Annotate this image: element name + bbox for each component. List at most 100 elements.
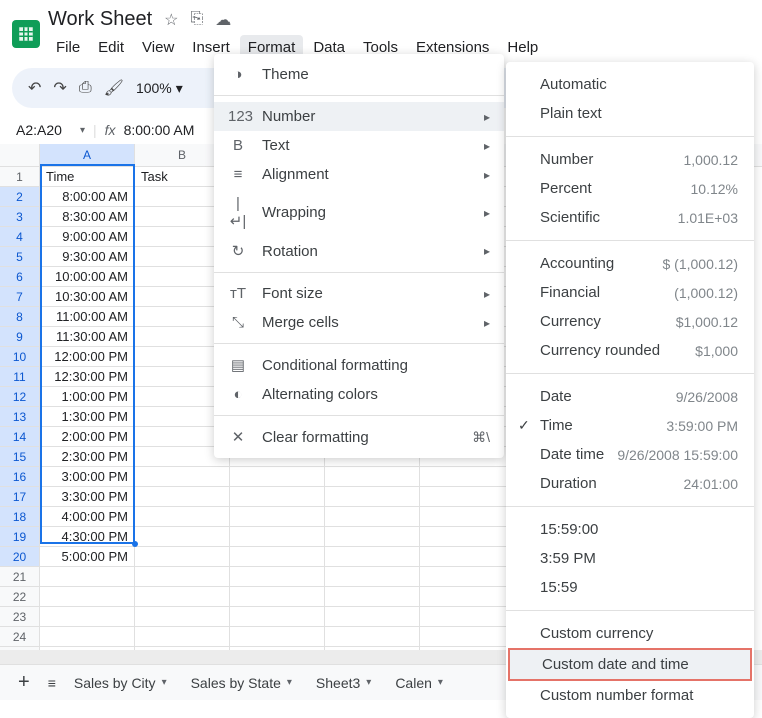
cell[interactable]: 1:00:00 PM (40, 387, 135, 407)
format-menu-text[interactable]: BText▸ (214, 131, 504, 160)
cell[interactable] (325, 587, 420, 607)
row-header[interactable]: 5 (0, 247, 40, 267)
cell[interactable] (135, 567, 230, 587)
namebox-dropdown-icon[interactable]: ▾ (80, 125, 85, 136)
cell[interactable]: 2:00:00 PM (40, 427, 135, 447)
cell[interactable]: 1:30:00 PM (40, 407, 135, 427)
cell[interactable] (420, 487, 515, 507)
cell[interactable]: 10:00:00 AM (40, 267, 135, 287)
redo-icon[interactable]: ↷ (53, 78, 66, 98)
cell[interactable]: 3:30:00 PM (40, 487, 135, 507)
row-header[interactable]: 16 (0, 467, 40, 487)
tab-dropdown-icon[interactable]: ▾ (438, 677, 443, 688)
cell[interactable]: 9:00:00 AM (40, 227, 135, 247)
format-menu-rotation[interactable]: ↻Rotation▸ (214, 236, 504, 266)
formula-bar[interactable]: 8:00:00 AM (124, 122, 195, 138)
cell[interactable] (135, 587, 230, 607)
name-box[interactable]: A2:A20 (12, 120, 72, 140)
cell[interactable] (135, 547, 230, 567)
format-menu-merge-cells[interactable]: ⤡Merge cells▸ (214, 308, 504, 337)
cell[interactable] (230, 587, 325, 607)
row-header[interactable]: 17 (0, 487, 40, 507)
cell[interactable] (230, 607, 325, 627)
tab-dropdown-icon[interactable]: ▾ (162, 677, 167, 688)
row-header[interactable]: 14 (0, 427, 40, 447)
cell[interactable] (40, 567, 135, 587)
row-header[interactable]: 8 (0, 307, 40, 327)
cell[interactable] (135, 607, 230, 627)
cell[interactable] (135, 507, 230, 527)
row-header[interactable]: 23 (0, 607, 40, 627)
cell[interactable] (230, 507, 325, 527)
add-sheet-icon[interactable]: + (18, 671, 30, 694)
selection-handle[interactable] (132, 541, 138, 547)
number-format-currency-rounded[interactable]: Currency rounded$1,000 (506, 336, 754, 365)
row-header[interactable]: 3 (0, 207, 40, 227)
row-header[interactable]: 7 (0, 287, 40, 307)
all-sheets-icon[interactable]: ≡ (48, 675, 56, 691)
number-format-custom-date-and-time[interactable]: Custom date and time (508, 648, 752, 681)
cell[interactable] (325, 547, 420, 567)
number-format-plain-text[interactable]: Plain text (506, 99, 754, 128)
cell[interactable]: 3:00:00 PM (40, 467, 135, 487)
row-header[interactable]: 20 (0, 547, 40, 567)
format-menu-clear-formatting[interactable]: ✕Clear formatting⌘\ (214, 422, 504, 452)
sheet-tab[interactable]: Sheet3▾ (316, 675, 371, 691)
format-menu-wrapping[interactable]: |↵|Wrapping▸ (214, 189, 504, 236)
paint-format-icon[interactable]: 🖌 (104, 78, 124, 98)
sheet-tab[interactable]: Sales by City▾ (74, 675, 167, 691)
cell[interactable] (325, 487, 420, 507)
format-menu-conditional-formatting[interactable]: ▤Conditional formatting (214, 350, 504, 380)
cell[interactable] (325, 467, 420, 487)
number-format-automatic[interactable]: Automatic (506, 70, 754, 99)
row-header[interactable]: 2 (0, 187, 40, 207)
number-format-3:59-pm[interactable]: 3:59 PM (506, 544, 754, 573)
sheet-tab[interactable]: Calen▾ (395, 675, 443, 691)
cell[interactable] (230, 567, 325, 587)
cell[interactable]: 8:30:00 AM (40, 207, 135, 227)
cell[interactable] (420, 547, 515, 567)
cell[interactable] (420, 627, 515, 647)
cell[interactable]: 5:00:00 PM (40, 547, 135, 567)
number-format-percent[interactable]: Percent10.12% (506, 174, 754, 203)
cell[interactable]: 4:00:00 PM (40, 507, 135, 527)
row-header[interactable]: 19 (0, 527, 40, 547)
row-header[interactable]: 21 (0, 567, 40, 587)
cell[interactable] (135, 487, 230, 507)
undo-icon[interactable]: ↶ (28, 78, 41, 98)
cell[interactable]: 12:30:00 PM (40, 367, 135, 387)
print-icon[interactable]: ⎙ (79, 79, 92, 97)
cell[interactable] (325, 607, 420, 627)
row-header[interactable]: 22 (0, 587, 40, 607)
cell[interactable] (135, 527, 230, 547)
cell[interactable] (420, 507, 515, 527)
row-header[interactable]: 18 (0, 507, 40, 527)
cell[interactable]: 2:30:00 PM (40, 447, 135, 467)
cell[interactable] (230, 487, 325, 507)
number-format-15:59[interactable]: 15:59 (506, 573, 754, 602)
row-header[interactable]: 10 (0, 347, 40, 367)
number-format-duration[interactable]: Duration24:01:00 (506, 469, 754, 498)
cell[interactable] (230, 467, 325, 487)
number-format-15:59:00[interactable]: 15:59:00 (506, 515, 754, 544)
cell[interactable] (135, 627, 230, 647)
cell[interactable] (325, 627, 420, 647)
cell[interactable] (135, 467, 230, 487)
number-format-custom-number-format[interactable]: Custom number format (506, 681, 754, 710)
number-format-custom-currency[interactable]: Custom currency (506, 619, 754, 648)
row-header[interactable]: 9 (0, 327, 40, 347)
cell[interactable] (325, 527, 420, 547)
tab-dropdown-icon[interactable]: ▾ (366, 677, 371, 688)
cell[interactable]: 12:00:00 PM (40, 347, 135, 367)
cell[interactable] (325, 567, 420, 587)
row-header[interactable]: 12 (0, 387, 40, 407)
cell[interactable] (420, 567, 515, 587)
menu-help[interactable]: Help (499, 35, 546, 60)
cell[interactable] (230, 627, 325, 647)
cell[interactable] (420, 587, 515, 607)
cell[interactable]: 11:30:00 AM (40, 327, 135, 347)
column-header-A[interactable]: A (40, 144, 135, 166)
cell[interactable]: Time (40, 167, 135, 187)
cell[interactable] (420, 467, 515, 487)
number-format-financial[interactable]: Financial(1,000.12) (506, 278, 754, 307)
